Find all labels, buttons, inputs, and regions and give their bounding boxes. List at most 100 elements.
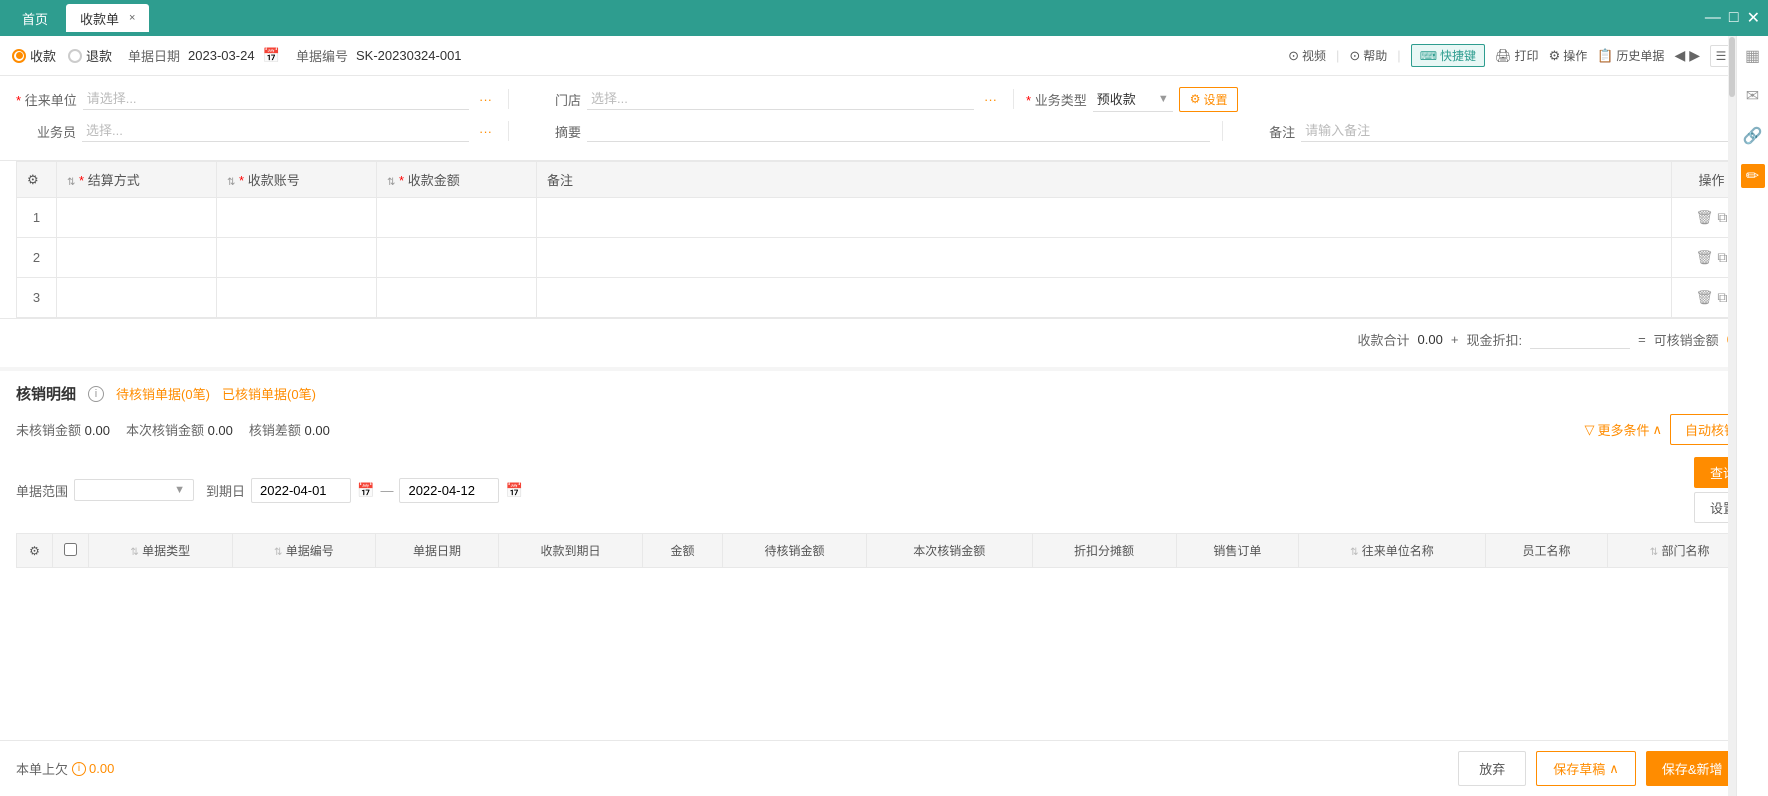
- row-2-delete-icon[interactable]: 🗑: [1696, 249, 1714, 266]
- partner-ellipsis-btn[interactable]: ···: [475, 92, 496, 107]
- row-3-account[interactable]: [217, 278, 377, 318]
- radio-receipt-label: 收款: [30, 46, 56, 65]
- help-btn[interactable]: ⊙ 帮助: [1349, 47, 1387, 64]
- detail-checkbox-header[interactable]: [53, 534, 89, 568]
- row-3-settlement[interactable]: [57, 278, 217, 318]
- prev-icon[interactable]: ◀: [1674, 47, 1685, 64]
- row-3-copy-icon[interactable]: ⧉: [1717, 289, 1727, 306]
- row-1-notes-input[interactable]: [537, 198, 1671, 237]
- history-btn[interactable]: 📋 历史单据: [1597, 47, 1664, 64]
- detail-gear-header[interactable]: ⚙: [17, 534, 53, 568]
- tab-receipt[interactable]: 收款单 ×: [66, 4, 149, 32]
- divider-1: [508, 89, 509, 109]
- row-2-notes-input[interactable]: [537, 238, 1671, 277]
- calendar-to-icon[interactable]: 📅: [505, 482, 522, 499]
- right-table-icon[interactable]: ▦: [1741, 44, 1765, 68]
- num-value: SK-20230324-001: [356, 48, 462, 63]
- maximize-icon[interactable]: □: [1729, 9, 1739, 27]
- history-icon: 📋: [1597, 48, 1613, 64]
- due-date-to-input[interactable]: [399, 478, 499, 503]
- row-1-settlement[interactable]: [57, 198, 217, 238]
- row-1-amount[interactable]: [377, 198, 537, 238]
- amount-header: ⇅ * 收款金额: [377, 162, 537, 198]
- store-input[interactable]: [587, 88, 974, 110]
- row-2-account[interactable]: [217, 238, 377, 278]
- row-3-account-input[interactable]: [217, 278, 376, 317]
- notes-input[interactable]: [1301, 120, 1752, 142]
- operation-btn[interactable]: ⚙ 操作: [1549, 47, 1588, 64]
- row-3-settlement-input[interactable]: [57, 278, 216, 317]
- filter-row: 单据范围 ▼ 到期日 📅 — 📅 查询 设置: [16, 457, 1752, 523]
- row-1-notes[interactable]: [537, 198, 1672, 238]
- due-date-from-input[interactable]: [251, 478, 351, 503]
- select-all-checkbox[interactable]: [64, 543, 77, 556]
- staff-input[interactable]: [82, 120, 469, 142]
- store-field: 门店 ···: [521, 88, 1001, 110]
- summary-label: 摘要: [521, 122, 581, 141]
- next-icon[interactable]: ▶: [1689, 47, 1700, 64]
- row-1-account-input[interactable]: [217, 198, 376, 237]
- pending-tab[interactable]: 待核销单据(0笔): [116, 384, 210, 403]
- row-1-num: 1: [17, 198, 57, 238]
- row-1-settlement-input[interactable]: [57, 198, 216, 237]
- bottom-buttons: 放弃 保存草稿 ∧ 保存&新增 ∧: [1458, 751, 1752, 786]
- scrollbar-thumb[interactable]: [1729, 37, 1735, 97]
- row-2-settlement-input[interactable]: [57, 238, 216, 277]
- filter-right: ▽ 更多条件 ∧ 自动核销: [1584, 414, 1752, 445]
- help-icon: ⊙: [1349, 48, 1360, 64]
- row-3-notes-input[interactable]: [537, 278, 1671, 317]
- video-btn[interactable]: ⊙ 视频: [1288, 47, 1326, 64]
- detail-date-header: 单据日期: [376, 534, 499, 568]
- info-icon[interactable]: i: [88, 386, 104, 402]
- row-2-settlement[interactable]: [57, 238, 217, 278]
- detail-pending-header: 待核销金额: [723, 534, 867, 568]
- row-1-delete-icon[interactable]: 🗑: [1696, 209, 1714, 226]
- gear-header[interactable]: ⚙: [17, 162, 57, 198]
- row-3-notes[interactable]: [537, 278, 1672, 318]
- row-2-num: 2: [17, 238, 57, 278]
- radio-receipt[interactable]: 收款: [12, 46, 56, 65]
- discount-input[interactable]: [1530, 329, 1630, 349]
- tab-bar: 首页 收款单 × — □ ✕: [0, 0, 1768, 36]
- range-select[interactable]: ▼: [74, 479, 194, 501]
- main-table: ⚙ ⇅ * 结算方式 ⇅ * 收款账号 ⇅ * 收款金额: [16, 161, 1752, 318]
- save-draft-btn[interactable]: 保存草稿 ∧: [1536, 751, 1636, 786]
- partner-input[interactable]: [83, 88, 469, 110]
- row-3-delete-icon[interactable]: 🗑: [1696, 289, 1714, 306]
- calendar-from-icon[interactable]: 📅: [357, 482, 374, 499]
- filter-icon: ▽: [1584, 422, 1594, 438]
- row-1-account[interactable]: [217, 198, 377, 238]
- radio-refund-dot: [68, 49, 82, 63]
- close-icon[interactable]: ✕: [1747, 8, 1760, 28]
- store-ellipsis-btn[interactable]: ···: [980, 92, 1001, 107]
- staff-ellipsis-btn[interactable]: ···: [475, 124, 496, 139]
- row-2-copy-icon[interactable]: ⧉: [1717, 249, 1727, 266]
- business-type-select[interactable]: 预收款 ▼: [1093, 86, 1173, 112]
- tab-close-icon[interactable]: ×: [129, 12, 135, 24]
- right-scrollbar[interactable]: [1728, 36, 1736, 796]
- row-3-amount[interactable]: [377, 278, 537, 318]
- window-controls: — □ ✕: [1705, 8, 1760, 28]
- right-edit-icon[interactable]: ✏: [1741, 164, 1765, 188]
- right-link-icon[interactable]: 🔗: [1741, 124, 1765, 148]
- tab-home[interactable]: 首页: [8, 4, 62, 32]
- row-2-notes[interactable]: [537, 238, 1672, 278]
- minimize-icon[interactable]: —: [1705, 9, 1721, 27]
- shortcut-btn[interactable]: ⌨ 快捷键: [1411, 44, 1485, 67]
- summary-input[interactable]: [587, 120, 1210, 142]
- radio-refund[interactable]: 退款: [68, 46, 112, 65]
- abandon-btn[interactable]: 放弃: [1458, 751, 1526, 786]
- settings-button[interactable]: ⚙ 设置: [1179, 87, 1239, 112]
- done-tab[interactable]: 已核销单据(0笔): [222, 384, 316, 403]
- right-mail-icon[interactable]: ✉: [1741, 84, 1765, 108]
- calendar-icon[interactable]: 📅: [263, 47, 280, 64]
- row-1-amount-input[interactable]: [377, 198, 536, 237]
- row-1-copy-icon[interactable]: ⧉: [1717, 209, 1727, 226]
- row-2-amount-input[interactable]: [377, 238, 536, 277]
- print-btn[interactable]: 🖨 打印: [1495, 47, 1539, 64]
- row-2-amount[interactable]: [377, 238, 537, 278]
- more-conditions-btn[interactable]: ▽ 更多条件 ∧: [1584, 420, 1662, 439]
- row-3-amount-input[interactable]: [377, 278, 536, 317]
- row-2-account-input[interactable]: [217, 238, 376, 277]
- detail-partner-header: ⇅ 往来单位名称: [1299, 534, 1485, 568]
